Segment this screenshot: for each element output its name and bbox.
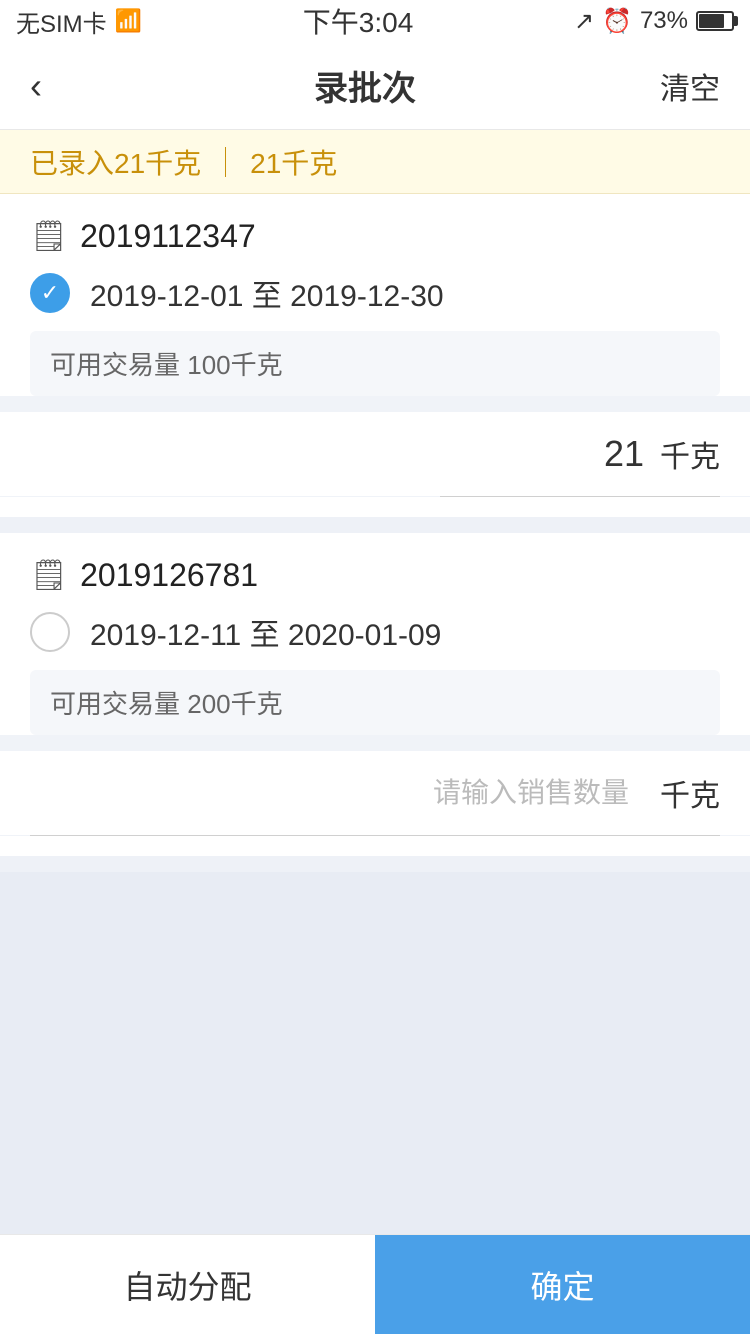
batch2-header: 🗒 2019126781 <box>30 557 720 594</box>
status-left: 无SIM卡 📶 <box>16 4 142 39</box>
batch2-avail: 可用交易量 200千克 <box>30 670 720 735</box>
batch2-date: 2019-12-11 至 2020-01-09 <box>90 610 441 654</box>
batch1-radio[interactable]: ✓ <box>30 273 70 313</box>
alarm-icon: ⏰ <box>602 7 632 36</box>
batch1-quantity-value: 21 <box>604 433 644 475</box>
info-label: 已录入21千克 <box>30 142 201 182</box>
page-title: 录批次 <box>90 61 640 110</box>
batch1-avail: 可用交易量 100千克 <box>30 331 720 396</box>
status-time: 下午3:04 <box>303 1 414 41</box>
batch1-spacer <box>0 497 750 517</box>
info-divider <box>225 147 226 177</box>
batch2-id: 2019126781 <box>80 557 258 594</box>
batch-item-1: 🗒 2019112347 ✓ 2019-12-01 至 2019-12-30 可… <box>0 194 750 396</box>
batch2-radio[interactable] <box>30 612 70 652</box>
batch2-quantity-input[interactable] <box>344 776 644 810</box>
batch1-quantity-unit: 千克 <box>660 432 720 476</box>
info-banner: 已录入21千克 21千克 <box>0 130 750 194</box>
battery-percent: 73% <box>640 7 688 35</box>
batch1-header: 🗒 2019112347 <box>30 218 720 255</box>
status-right: ↗ ⏰ 73% <box>574 7 734 36</box>
batch2-icon: 🗒 <box>30 558 68 593</box>
carrier-text: 无SIM卡 <box>16 4 107 39</box>
wifi-icon: 📶 <box>115 8 142 34</box>
batch1-quantity-row: 21 千克 <box>0 412 750 496</box>
batch1-date: 2019-12-01 至 2019-12-30 <box>90 271 444 315</box>
info-value: 21千克 <box>250 142 337 182</box>
section-gap-2 <box>0 856 750 872</box>
back-button[interactable]: ‹ <box>30 65 90 107</box>
nav-bar: ‹ 录批次 清空 <box>0 42 750 130</box>
batch2-row: 2019-12-11 至 2020-01-09 <box>30 610 720 654</box>
batch2-avail-label: 可用交易量 <box>50 689 180 719</box>
bottom-bar: 自动分配 确定 <box>0 1234 750 1334</box>
batch2-spacer <box>0 836 750 856</box>
status-bar: 无SIM卡 📶 下午3:04 ↗ ⏰ 73% <box>0 0 750 42</box>
confirm-button[interactable]: 确定 <box>375 1235 750 1334</box>
checkmark-icon: ✓ <box>41 280 59 306</box>
batch2-input-row: 千克 <box>0 751 750 835</box>
batch1-row: ✓ 2019-12-01 至 2019-12-30 <box>30 271 720 315</box>
auto-assign-button[interactable]: 自动分配 <box>0 1235 375 1334</box>
location-icon: ↗ <box>574 7 594 36</box>
batch1-avail-label: 可用交易量 <box>50 350 180 380</box>
section-gap <box>0 517 750 533</box>
batch-item-2: 🗒 2019126781 2019-12-11 至 2020-01-09 可用交… <box>0 533 750 735</box>
battery-icon <box>696 11 734 31</box>
batch1-avail-value: 100千克 <box>187 350 282 380</box>
clear-button[interactable]: 清空 <box>640 64 720 108</box>
batch1-id: 2019112347 <box>80 218 256 255</box>
batch2-avail-value: 200千克 <box>187 689 282 719</box>
batch1-icon: 🗒 <box>30 219 68 254</box>
batch2-input-unit: 千克 <box>660 771 720 815</box>
